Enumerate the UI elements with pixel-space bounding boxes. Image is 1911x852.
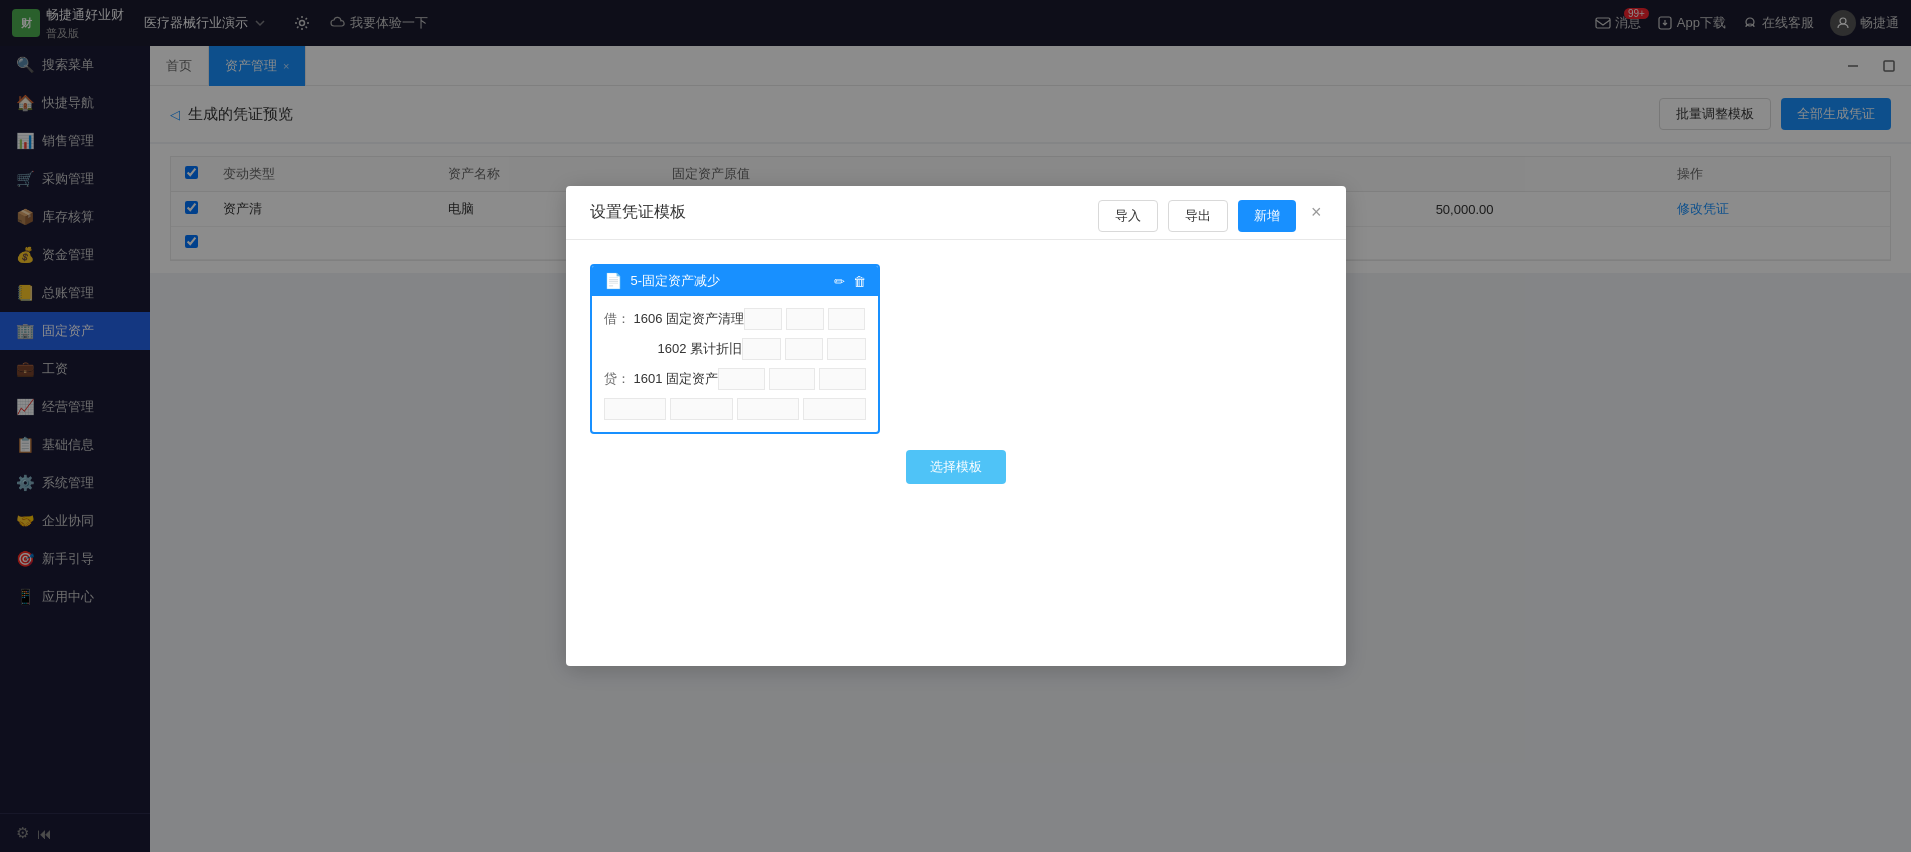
debit-cell-2b <box>785 338 823 360</box>
delete-template-icon[interactable]: 🗑 <box>853 274 866 289</box>
template-empty-row <box>592 394 878 424</box>
template-debit-row-2: 1602 累计折旧 <box>592 334 878 364</box>
empty-cell-c <box>737 398 800 420</box>
credit-cell-1c <box>819 368 865 390</box>
debit-account-1: 1606 固定资产清理 <box>634 310 745 328</box>
modal-title: 设置凭证模板 <box>590 202 686 223</box>
debit-cell-2c <box>827 338 865 360</box>
debit-label-1: 借： <box>604 310 634 328</box>
template-card: 📄 5-固定资产减少 ✏ 🗑 借： 1606 固定资产清理 <box>590 264 880 434</box>
credit-cell-1a <box>718 368 764 390</box>
modal-body: 📄 5-固定资产减少 ✏ 🗑 借： 1606 固定资产清理 <box>566 240 1346 508</box>
import-button[interactable]: 导入 <box>1098 200 1158 232</box>
credit-cell-1b <box>769 368 815 390</box>
set-template-modal: 设置凭证模板 导入 导出 新增 × 📄 5-固定资产减少 ✏ <box>566 186 1346 666</box>
credit-cells-1 <box>718 368 865 390</box>
new-template-button[interactable]: 新增 <box>1238 200 1296 232</box>
template-card-header: 📄 5-固定资产减少 ✏ 🗑 <box>592 266 878 296</box>
modal-close-button[interactable]: × <box>1311 202 1322 223</box>
template-card-header-left: 📄 5-固定资产减少 <box>604 272 721 290</box>
modal-header: 设置凭证模板 导入 导出 新增 × <box>566 186 1346 240</box>
debit-cells-1 <box>744 308 865 330</box>
template-credit-row-1: 贷： 1601 固定资产 <box>592 364 878 394</box>
export-button[interactable]: 导出 <box>1168 200 1228 232</box>
empty-cell-d <box>803 398 866 420</box>
credit-account-1: 1601 固定资产 <box>634 370 719 388</box>
empty-cell-b <box>670 398 733 420</box>
credit-label-1: 贷： <box>604 370 634 388</box>
select-btn-container: 选择模板 <box>590 450 1322 484</box>
template-card-actions: ✏ 🗑 <box>834 274 866 289</box>
template-debit-row-1: 借： 1606 固定资产清理 <box>592 304 878 334</box>
template-doc-icon: 📄 <box>604 272 623 290</box>
debit-cells-2 <box>742 338 865 360</box>
debit-account-2: 1602 累计折旧 <box>658 340 743 358</box>
debit-cell-1c <box>828 308 866 330</box>
select-template-button[interactable]: 选择模板 <box>906 450 1006 484</box>
modal-toolbar: 导入 导出 新增 <box>1098 200 1296 232</box>
modal-overlay: 设置凭证模板 导入 导出 新增 × 📄 5-固定资产减少 ✏ <box>0 0 1911 852</box>
template-list: 📄 5-固定资产减少 ✏ 🗑 借： 1606 固定资产清理 <box>590 264 1322 434</box>
template-card-body: 借： 1606 固定资产清理 1602 累计折旧 <box>592 296 878 432</box>
empty-cell-a <box>604 398 667 420</box>
template-name: 5-固定资产减少 <box>631 272 721 290</box>
edit-template-icon[interactable]: ✏ <box>834 274 845 289</box>
debit-cell-1b <box>786 308 824 330</box>
debit-cell-2a <box>742 338 780 360</box>
debit-cell-1a <box>744 308 782 330</box>
